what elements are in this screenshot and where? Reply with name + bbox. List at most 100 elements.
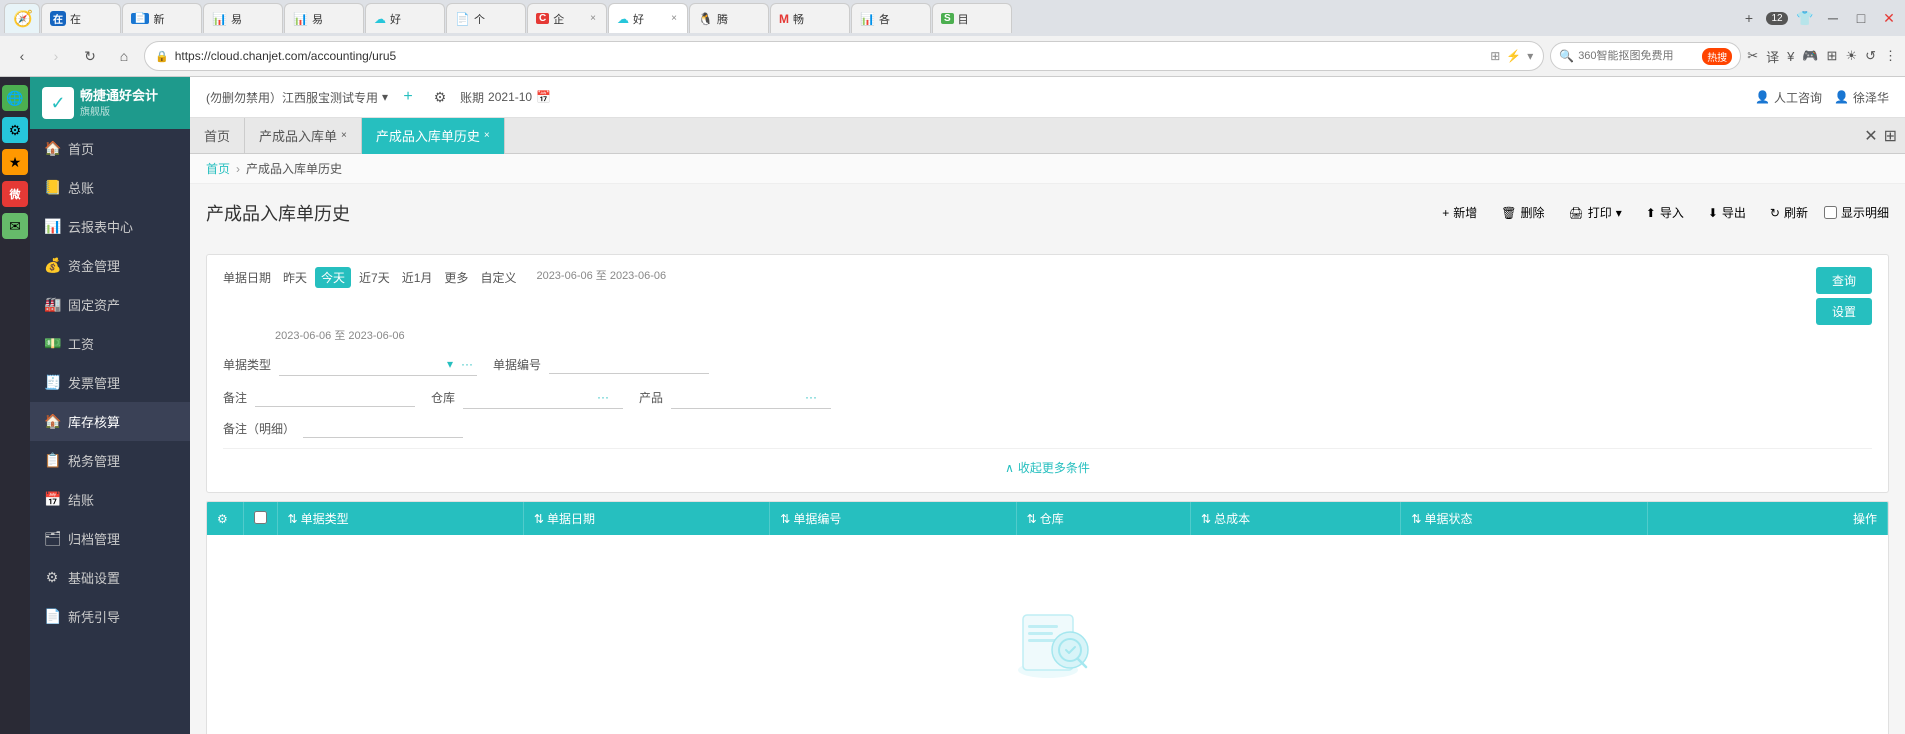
- close-button[interactable]: ✕: [1877, 6, 1901, 30]
- tab-1[interactable]: 在 在: [41, 3, 121, 33]
- tab-10[interactable]: M 畅: [770, 3, 850, 33]
- th-doc-status[interactable]: ⇅ 单据状态: [1401, 502, 1647, 535]
- collapse-button[interactable]: ∧ 收起更多条件: [223, 455, 1872, 480]
- breadcrumb-home[interactable]: 首页: [206, 160, 230, 177]
- date-tag-yesterday[interactable]: 昨天: [279, 267, 311, 288]
- filter-warehouse-input[interactable]: [467, 388, 597, 406]
- refresh-button[interactable]: ↻ 刷新: [1762, 200, 1816, 225]
- filter-product-select[interactable]: ···: [671, 386, 831, 409]
- company-selector[interactable]: (勿删勿禁用）江西服宝测试专用 ▾: [206, 89, 388, 106]
- date-tag-more[interactable]: 更多: [440, 267, 472, 288]
- sidebar-item-ledger[interactable]: 📒 总账: [30, 168, 190, 207]
- filter-remark-input[interactable]: [255, 388, 415, 407]
- add-company-button[interactable]: +: [396, 85, 420, 109]
- filter-product-dots[interactable]: ···: [805, 390, 817, 404]
- tab-page-inventory-history[interactable]: 产成品入库单历史 ×: [362, 118, 505, 154]
- th-doc-number[interactable]: ⇅ 单据编号: [770, 502, 1016, 535]
- close-tab-x[interactable]: ✕: [1864, 126, 1877, 146]
- sidebar-item-checkout[interactable]: 📅 结账: [30, 480, 190, 519]
- tab-7[interactable]: C 企 ×: [527, 3, 607, 33]
- show-detail-checkbox[interactable]: 显示明细: [1824, 204, 1889, 221]
- date-tag-today[interactable]: 今天: [315, 267, 351, 288]
- grid-icon[interactable]: ⊞: [1490, 49, 1500, 63]
- sidebar-item-archive[interactable]: 🗂 归档管理: [30, 519, 190, 558]
- sidebar-icon-app[interactable]: ⚙: [2, 117, 28, 143]
- home-button[interactable]: ⌂: [110, 42, 138, 70]
- tab-page-inventory-history-close[interactable]: ×: [484, 130, 490, 141]
- date-tag-1month[interactable]: 近1月: [398, 267, 437, 288]
- browser-home-tab[interactable]: 🧭: [4, 3, 40, 33]
- tab-page-inventory-list[interactable]: 产成品入库单 ×: [245, 118, 362, 154]
- sidebar-item-inventory[interactable]: 🏠 库存核算: [30, 402, 190, 441]
- th-warehouse[interactable]: ⇅ 仓库: [1016, 502, 1190, 535]
- filter-doc-type-select[interactable]: ▾ ···: [279, 353, 477, 376]
- rotate-tool[interactable]: ↺: [1865, 48, 1876, 64]
- th-checkbox[interactable]: [243, 502, 277, 535]
- sidebar-item-invoice[interactable]: 🧾 发票管理: [30, 363, 190, 402]
- currency-tool[interactable]: ¥: [1787, 49, 1794, 64]
- sidebar-item-tax[interactable]: 📋 税务管理: [30, 441, 190, 480]
- date-tag-custom[interactable]: 自定义: [476, 267, 520, 288]
- tab-5[interactable]: ☁ 好: [365, 3, 445, 33]
- print-button[interactable]: 🖨 打印 ▾: [1560, 200, 1629, 225]
- tab-close-8[interactable]: ×: [669, 12, 679, 25]
- filter-doc-number-input[interactable]: [549, 355, 709, 374]
- show-detail-input[interactable]: [1824, 206, 1837, 219]
- tab-3[interactable]: 📊 易: [203, 3, 283, 33]
- tab-9[interactable]: 🐧 腾: [689, 3, 769, 33]
- sidebar-item-basic-settings[interactable]: ⚙ 基础设置: [30, 558, 190, 597]
- delete-button[interactable]: 🗑 删除: [1493, 200, 1552, 225]
- tab-6[interactable]: 📄 个: [446, 3, 526, 33]
- tab-count-badge[interactable]: 12: [1765, 6, 1789, 30]
- import-button[interactable]: ⬆ 导入: [1638, 200, 1692, 225]
- filter-detail-remark-input[interactable]: [303, 419, 463, 438]
- translate-tool[interactable]: 译: [1766, 47, 1779, 66]
- sidebar-icon-star[interactable]: ★: [2, 149, 28, 175]
- grid-tool[interactable]: ⊞: [1827, 48, 1838, 64]
- sidebar-icon-mail[interactable]: ✉: [2, 213, 28, 239]
- tab-2[interactable]: 📄 新: [122, 3, 202, 33]
- tab-menu-button[interactable]: 👕: [1793, 6, 1817, 30]
- th-doc-date[interactable]: ⇅ 单据日期: [523, 502, 769, 535]
- service-button[interactable]: 👤 人工咨询: [1755, 89, 1822, 106]
- select-all-checkbox[interactable]: [254, 511, 267, 524]
- search-bar[interactable]: 🔍 热搜: [1550, 42, 1741, 70]
- query-button[interactable]: 查询: [1816, 267, 1872, 294]
- sidebar-item-fund[interactable]: 💰 资金管理: [30, 246, 190, 285]
- settings-button[interactable]: 设置: [1816, 298, 1872, 325]
- lightning-icon[interactable]: ⚡: [1506, 49, 1521, 63]
- th-total-cost[interactable]: ⇅ 总成本: [1191, 502, 1401, 535]
- filter-doc-type-dots[interactable]: ···: [461, 357, 473, 371]
- user-profile[interactable]: 👤 徐泽华: [1834, 89, 1889, 106]
- sidebar-item-home[interactable]: 🏠 首页: [30, 129, 190, 168]
- sidebar-item-payroll[interactable]: 💵 工资: [30, 324, 190, 363]
- filter-product-input[interactable]: [675, 388, 805, 406]
- tab-4[interactable]: 📊 易: [284, 3, 364, 33]
- tab-11[interactable]: 📊 各: [851, 3, 931, 33]
- gear-icon[interactable]: ⚙: [217, 512, 228, 526]
- sidebar-item-new-voucher[interactable]: 📄 新凭引导: [30, 597, 190, 636]
- th-gear[interactable]: ⚙: [207, 502, 243, 535]
- sidebar-icon-nav[interactable]: 🌐: [2, 85, 28, 111]
- minimize-button[interactable]: ─: [1821, 6, 1845, 30]
- add-button[interactable]: + 新增: [1434, 200, 1485, 225]
- sidebar-item-fixed-assets[interactable]: 🏭 固定资产: [30, 285, 190, 324]
- back-button[interactable]: ‹: [8, 42, 36, 70]
- filter-warehouse-dots[interactable]: ···: [597, 390, 609, 404]
- filter-warehouse-select[interactable]: ···: [463, 386, 623, 409]
- sidebar-item-cloud-report[interactable]: 📊 云报表中心: [30, 207, 190, 246]
- maximize-button[interactable]: □: [1849, 6, 1873, 30]
- app-logo[interactable]: ✓ 畅捷通好会计 旗舰版: [30, 77, 190, 129]
- refresh-button[interactable]: ↻: [76, 42, 104, 70]
- company-settings-button[interactable]: ⚙: [428, 85, 452, 109]
- forward-button[interactable]: ›: [42, 42, 70, 70]
- sidebar-icon-weibo[interactable]: 微: [2, 181, 28, 207]
- tab-page-home[interactable]: 首页: [190, 118, 245, 154]
- scissors-tool[interactable]: ✂: [1747, 48, 1758, 64]
- theme-tool[interactable]: ☀: [1845, 48, 1857, 64]
- dropdown-icon[interactable]: ▾: [1527, 49, 1533, 63]
- tab-page-inventory-list-close[interactable]: ×: [341, 130, 347, 141]
- date-tag-7days[interactable]: 近7天: [355, 267, 394, 288]
- game-tool[interactable]: 🎮: [1802, 48, 1818, 64]
- calendar-icon[interactable]: 📅: [536, 90, 551, 104]
